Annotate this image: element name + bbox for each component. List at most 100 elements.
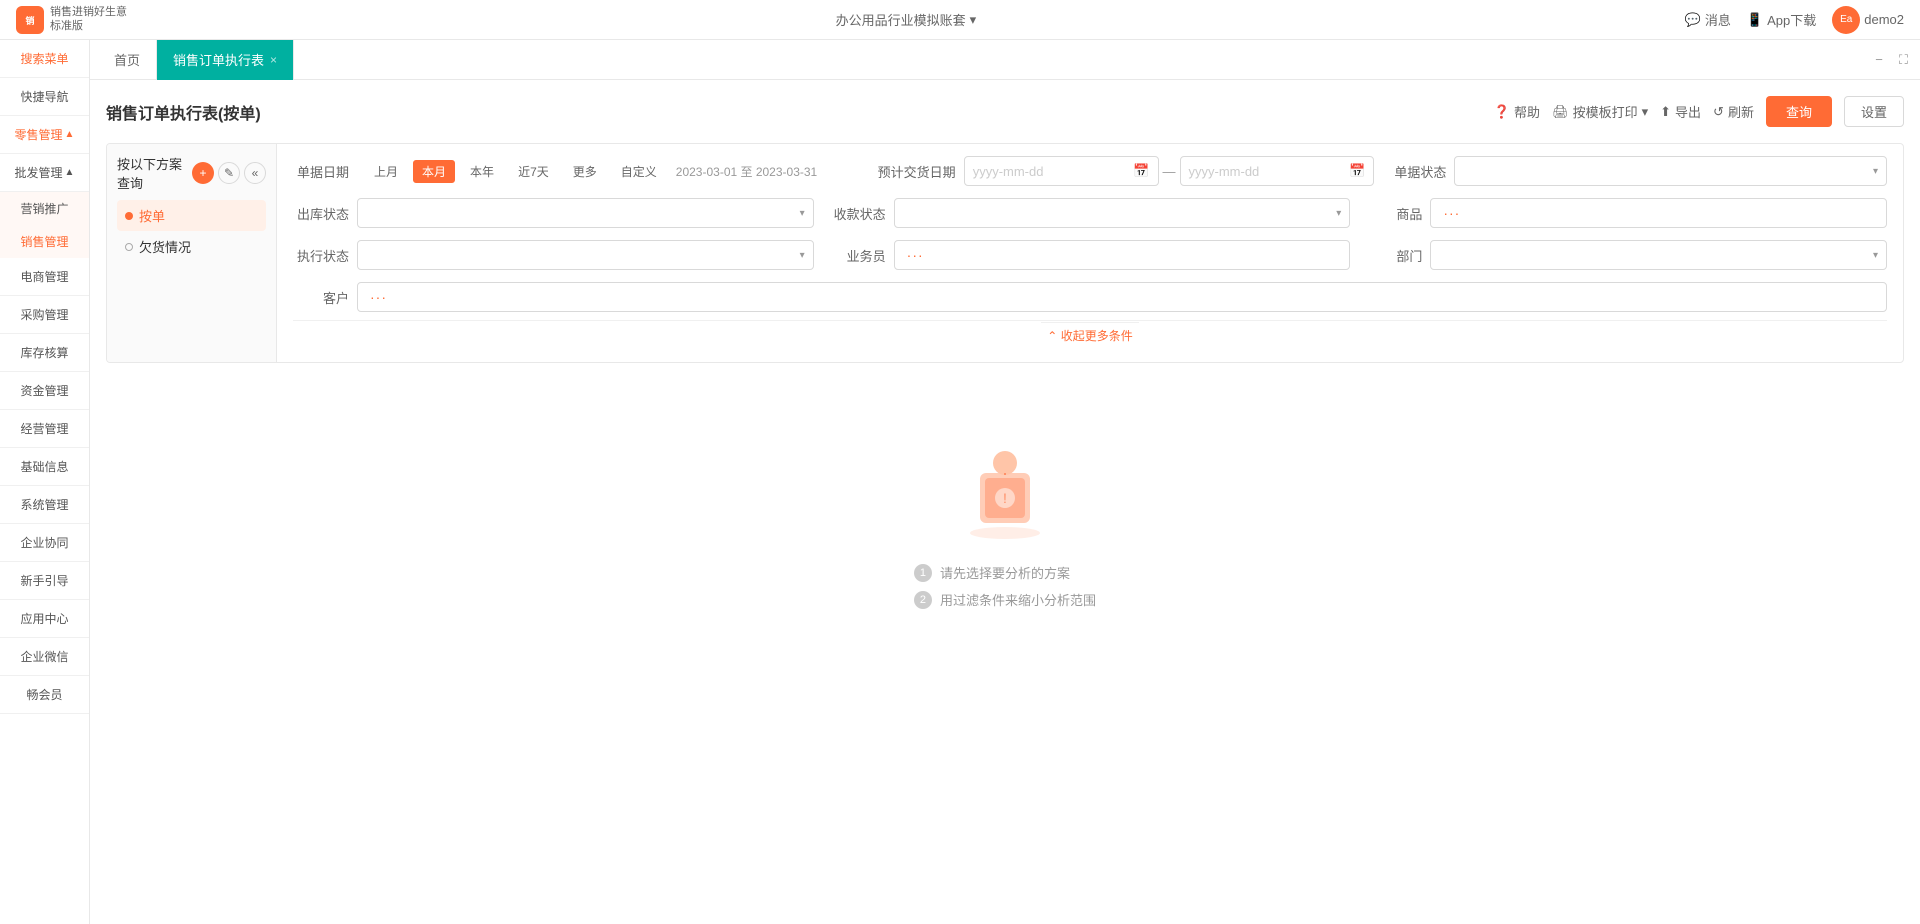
sidebar-item-ecommerce[interactable]: 电商管理 (0, 258, 89, 296)
exec-status-select[interactable]: ▾ (357, 240, 814, 270)
order-status-group: 单据状态 ▾ (1390, 156, 1887, 186)
sidebar-item-retail[interactable]: 零售管理 ▲ (0, 116, 89, 154)
sidebar-item-guide[interactable]: 新手引导 (0, 562, 89, 600)
tab-close-icon[interactable]: × (270, 53, 277, 67)
calendar-start-icon: 📅 (1133, 163, 1149, 179)
goods-more-icon: ··· (1443, 205, 1460, 221)
empty-step-2: 2 用过滤条件来缩小分析范围 (914, 590, 1096, 609)
tab-sales-order[interactable]: 销售订单执行表 × (157, 40, 294, 80)
exec-arrow-icon: ▾ (800, 250, 805, 261)
filter-scheme-area: 按以下方案查询 + ✎ « 按单 (106, 143, 1904, 363)
date-btn-this-year[interactable]: 本年 (461, 160, 503, 183)
exec-status-group: 执行状态 ▾ (293, 240, 814, 270)
delivery-arrow-icon: ▾ (800, 208, 805, 219)
logo-area: 销 销售进销好生意 标准版 (16, 6, 127, 34)
page-title-bar: 销售订单执行表(按单) ❓ 帮助 🖨 按模板打印 ▾ ⬆ (106, 96, 1904, 127)
date-btn-last-month[interactable]: 上月 (365, 160, 407, 183)
date-btn-7days[interactable]: 近7天 (509, 160, 558, 183)
sidebar-item-wechat[interactable]: 企业微信 (0, 638, 89, 676)
expected-date-label: 预计交货日期 (878, 162, 956, 181)
tab-bar: 首页 销售订单执行表 × − ⛶ (90, 40, 1920, 80)
chevron-down-icon: ▲ (65, 129, 75, 140)
delivery-status-select[interactable]: ▾ (357, 198, 814, 228)
tab-fullscreen-icon[interactable]: ⛶ (1895, 48, 1912, 72)
expected-date-range: yyyy-mm-dd 📅 — yyyy-mm-dd 📅 (964, 156, 1375, 186)
sidebar-item-system[interactable]: 系统管理 (0, 486, 89, 524)
payment-status-group: 收款状态 ▾ (830, 198, 1351, 228)
content-area: 首页 销售订单执行表 × − ⛶ 销售订单执行表(按单) ❓ (90, 40, 1920, 924)
refresh-button[interactable]: ↺ 刷新 (1713, 102, 1754, 121)
sidebar-item-enterprise[interactable]: 企业协同 (0, 524, 89, 562)
refresh-icon: ↺ (1713, 104, 1724, 120)
customer-more-icon: ··· (370, 289, 387, 305)
tab-home[interactable]: 首页 (98, 40, 157, 80)
tab-minimize-icon[interactable]: − (1871, 48, 1887, 71)
scheme-collapse-button[interactable]: « (244, 162, 266, 184)
page-actions: ❓ 帮助 🖨 按模板打印 ▾ ⬆ 导出 ↺ (1494, 96, 1904, 127)
dept-group: 部门 ▾ (1366, 240, 1887, 270)
help-button[interactable]: ❓ 帮助 (1494, 102, 1540, 121)
sidebar-item-wholesale[interactable]: 批发管理 ▲ (0, 154, 89, 192)
sidebar-item-inventory[interactable]: 库存核算 (0, 334, 89, 372)
delivery-status-group: 出库状态 ▾ (293, 198, 814, 228)
sidebar: 搜索菜单 快捷导航 零售管理 ▲ 批发管理 ▲ 营销推广 销售管理 电商管理 采… (0, 40, 90, 924)
export-button[interactable]: ⬆ 导出 (1660, 102, 1701, 121)
print-button[interactable]: 🖨 按模板打印 ▾ (1552, 102, 1648, 121)
tab-actions: − ⛶ (1871, 48, 1912, 72)
scheme-add-button[interactable]: + (192, 162, 214, 184)
scheme-item-0[interactable]: 按单 (117, 200, 266, 231)
scheme-panel: 按以下方案查询 + ✎ « 按单 (107, 144, 277, 362)
date-separator: — (1163, 164, 1176, 179)
dept-select[interactable]: ▾ (1430, 240, 1887, 270)
avatar: Ea (1832, 6, 1860, 34)
message-button[interactable]: 💬 消息 (1685, 10, 1731, 29)
salesman-label: 业务员 (830, 246, 886, 265)
step-2-num: 2 (914, 591, 932, 609)
settings-button[interactable]: 设置 (1844, 96, 1904, 127)
app-download-button[interactable]: 📱 App下载 (1747, 10, 1816, 29)
customer-input[interactable]: ··· (357, 282, 1887, 312)
sidebar-item-procurement[interactable]: 采购管理 (0, 296, 89, 334)
date-label: 单据日期 (293, 162, 349, 181)
collapse-button[interactable]: ⌃ 收起更多条件 (1041, 322, 1138, 349)
salesman-input[interactable]: ··· (894, 240, 1351, 270)
scheme-dot-icon (125, 212, 133, 220)
goods-group: 商品 ··· (1366, 198, 1887, 228)
empty-step-1: 1 请先选择要分析的方案 (914, 563, 1096, 582)
sidebar-item-basic-info[interactable]: 基础信息 (0, 448, 89, 486)
sidebar-sub-marketing[interactable]: 营销推广 (0, 192, 89, 225)
expected-date-end[interactable]: yyyy-mm-dd 📅 (1180, 156, 1375, 186)
top-bar: 销 销售进销好生意 标准版 办公用品行业模拟账套 ▾ 💬 消息 📱 App下载 … (0, 0, 1920, 40)
sidebar-item-member[interactable]: 畅会员 (0, 676, 89, 714)
expected-date-start[interactable]: yyyy-mm-dd 📅 (964, 156, 1159, 186)
goods-input[interactable]: ··· (1430, 198, 1887, 228)
sidebar-item-app-center[interactable]: 应用中心 (0, 600, 89, 638)
breadcrumb-arrow-icon[interactable]: ▾ (970, 12, 977, 28)
date-btn-more[interactable]: 更多 (564, 160, 606, 183)
scheme-item-1[interactable]: 欠货情况 (117, 231, 266, 262)
date-btn-this-month[interactable]: 本月 (413, 160, 455, 183)
page-inner: 销售订单执行表(按单) ❓ 帮助 🖨 按模板打印 ▾ ⬆ (90, 80, 1920, 924)
order-status-select[interactable]: ▾ (1454, 156, 1887, 186)
query-button[interactable]: 查询 (1766, 96, 1832, 127)
sidebar-item-quick-nav[interactable]: 快捷导航 (0, 78, 89, 116)
logo-text: 销售进销好生意 标准版 (50, 6, 127, 32)
print-arrow-icon: ▾ (1642, 104, 1649, 120)
sidebar-item-operations[interactable]: 经营管理 (0, 410, 89, 448)
date-btn-custom[interactable]: 自定义 (612, 160, 666, 183)
salesman-more-icon: ··· (907, 247, 924, 263)
main-layout: 搜索菜单 快捷导航 零售管理 ▲ 批发管理 ▲ 营销推广 销售管理 电商管理 采… (0, 40, 1920, 924)
scheme-actions: + ✎ « (192, 162, 266, 184)
sidebar-item-search[interactable]: 搜索菜单 (0, 40, 89, 78)
exec-label: 执行状态 (293, 246, 349, 265)
scheme-dot-gray-icon (125, 243, 133, 251)
top-bar-left: 销 销售进销好生意 标准版 (16, 6, 127, 34)
expected-date-group: 预计交货日期 yyyy-mm-dd 📅 — yyyy-mm-dd (878, 156, 1375, 186)
payment-status-select[interactable]: ▾ (894, 198, 1351, 228)
scheme-edit-button[interactable]: ✎ (218, 162, 240, 184)
payment-arrow-icon: ▾ (1336, 208, 1341, 219)
calendar-end-icon: 📅 (1349, 163, 1365, 179)
user-menu[interactable]: Ea demo2 (1832, 6, 1904, 34)
sidebar-item-finance[interactable]: 资金管理 (0, 372, 89, 410)
sidebar-sub-sales[interactable]: 销售管理 (0, 225, 89, 258)
